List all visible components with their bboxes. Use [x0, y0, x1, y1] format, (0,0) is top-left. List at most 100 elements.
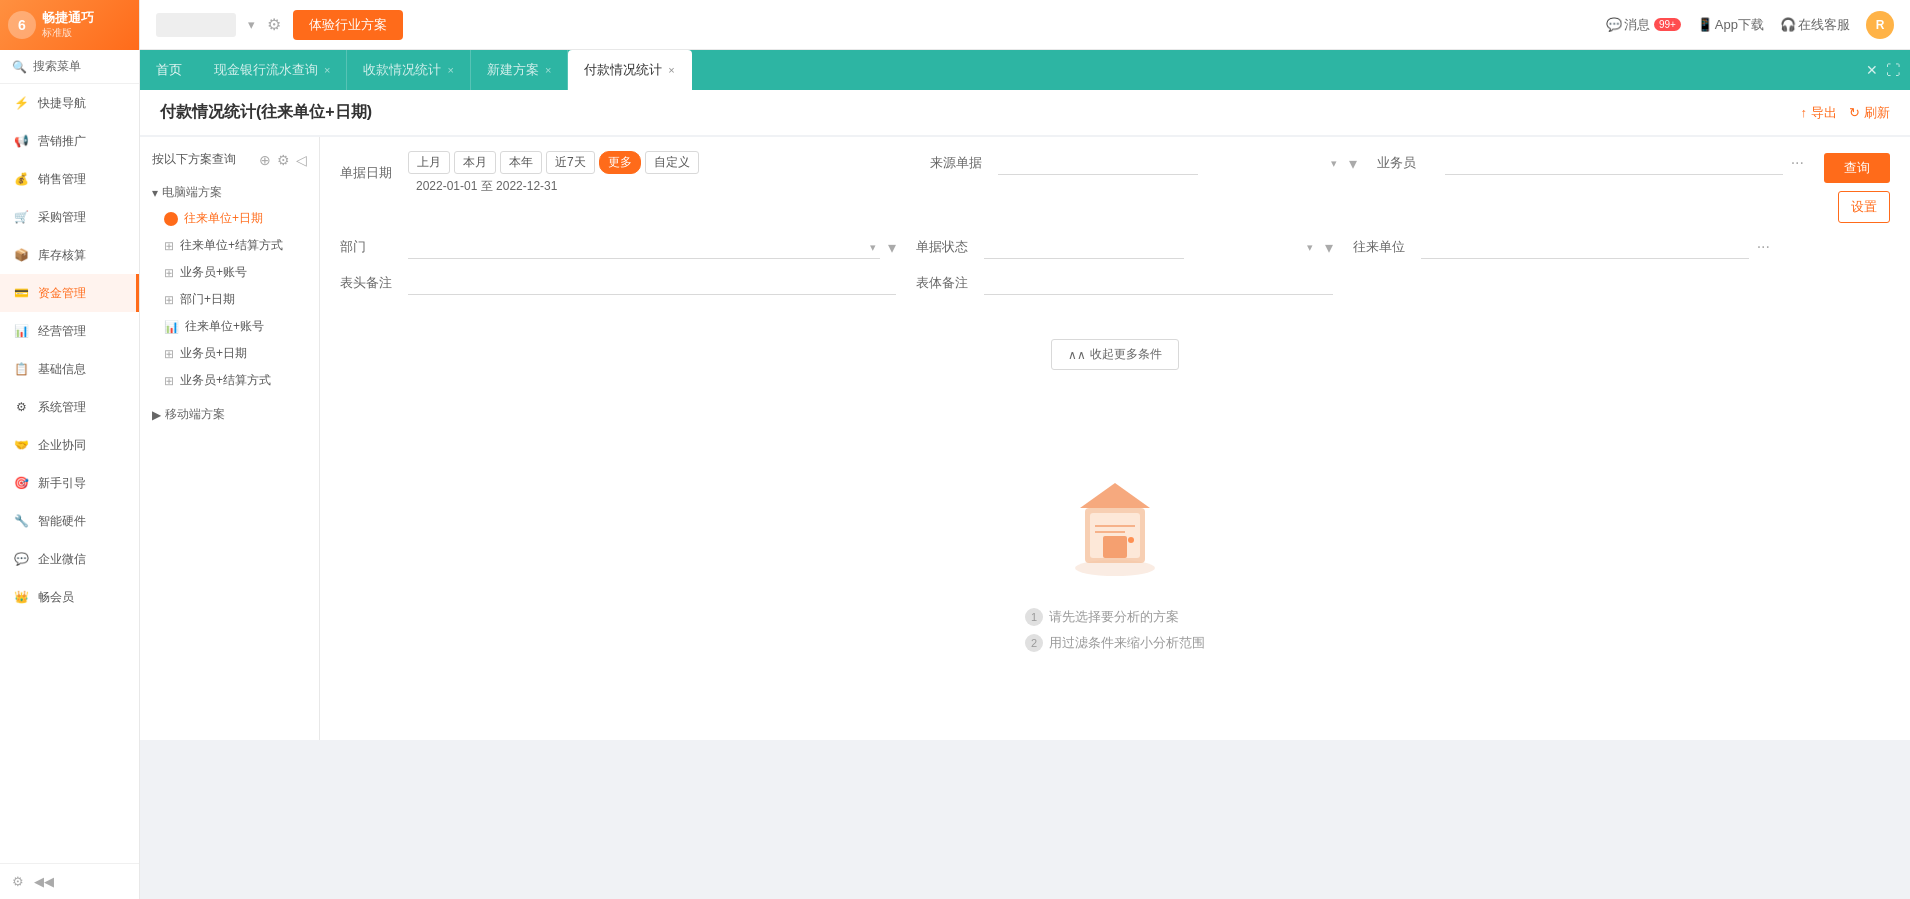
search-menu[interactable]: 🔍 搜索菜单: [0, 50, 139, 84]
date-buttons-row: 上月 本月 本年 近7天 更多 自定义: [408, 151, 699, 174]
date-btn-this-month[interactable]: 本月: [454, 151, 496, 174]
staff-more-icon[interactable]: ···: [1791, 154, 1804, 172]
scheme-item-staff-account[interactable]: ⊞ 业务员+账号: [140, 259, 319, 286]
tab-cashflow[interactable]: 现金银行流水查询 ×: [198, 50, 347, 90]
sidebar-item-inventory[interactable]: 📦 库存核算: [0, 236, 139, 274]
dept-select[interactable]: [408, 235, 880, 259]
inventory-icon: 📦: [12, 246, 30, 264]
page-title: 付款情况统计(往来单位+日期): [160, 102, 372, 123]
date-btn-custom[interactable]: 自定义: [645, 151, 699, 174]
user-avatar[interactable]: R: [1866, 11, 1894, 39]
scheme-item-staff-payment[interactable]: ⊞ 业务员+结算方式: [140, 367, 319, 394]
dept-select-wrap: [408, 235, 880, 259]
mobile-section-header[interactable]: ▶ 移动端方案: [140, 402, 319, 427]
partner-more-icon[interactable]: ···: [1757, 238, 1770, 256]
staff-input[interactable]: [1445, 151, 1783, 175]
sidebar-item-basic[interactable]: 📋 基础信息: [0, 350, 139, 388]
status-more-icon[interactable]: ▾: [1325, 238, 1333, 257]
source-more-icon[interactable]: ▾: [1349, 154, 1357, 173]
close-all-icon[interactable]: ✕: [1866, 62, 1878, 78]
scheme-section-mobile: ▶ 移动端方案: [140, 398, 319, 431]
scheme-item-unit-date[interactable]: 往来单位+日期: [140, 205, 319, 232]
sidebar-item-marketing[interactable]: 📢 营销推广: [0, 122, 139, 160]
footer-settings-icon[interactable]: ⚙: [12, 874, 24, 889]
date-btn-more[interactable]: 更多: [599, 151, 641, 174]
query-button[interactable]: 查询: [1824, 153, 1890, 183]
scheme-item-label: 往来单位+结算方式: [180, 237, 283, 254]
desktop-section-header[interactable]: ▾ 电脑端方案: [140, 180, 319, 205]
sidebar-item-hardware[interactable]: 🔧 智能硬件: [0, 502, 139, 540]
date-btn-last-month[interactable]: 上月: [408, 151, 450, 174]
manage-scheme-icon[interactable]: ⚙: [277, 152, 290, 168]
tab-receipts[interactable]: 收款情况统计 ×: [347, 50, 470, 90]
sidebar-item-purchase[interactable]: 🛒 采购管理: [0, 198, 139, 236]
body-remark-input[interactable]: [984, 271, 1333, 295]
download-btn[interactable]: 📱 App下载: [1697, 16, 1764, 34]
payment-close-icon[interactable]: ×: [668, 64, 674, 76]
source-select[interactable]: [998, 151, 1198, 175]
settings-icon[interactable]: ⚙: [267, 15, 281, 34]
new-scheme-label: 新建方案: [487, 61, 539, 79]
dept-label: 部门: [340, 238, 400, 256]
receipts-close-icon[interactable]: ×: [447, 64, 453, 76]
empty-tip-1: 1 请先选择要分析的方案: [1025, 608, 1205, 626]
tab-payment[interactable]: 付款情况统计 ×: [568, 50, 691, 90]
settings-button[interactable]: 设置: [1838, 191, 1890, 223]
partner-input[interactable]: [1421, 235, 1749, 259]
tabbar-actions: ✕ ⛶: [1856, 62, 1910, 78]
collapse-scheme-icon[interactable]: ◁: [296, 152, 307, 168]
message-btn[interactable]: 💬 消息 99+: [1606, 16, 1681, 34]
sidebar-item-quicknav[interactable]: ⚡ 快捷导航: [0, 84, 139, 122]
svg-rect-4: [1103, 536, 1127, 558]
scheme-item-label: 往来单位+账号: [185, 318, 264, 335]
sidebar-item-enterprise[interactable]: 🤝 企业协同: [0, 426, 139, 464]
filter-form: 单据日期 上月 本月 本年 近7天 更多 自定义 20: [320, 137, 1910, 321]
sidebar-item-guide[interactable]: 🎯 新手引导: [0, 464, 139, 502]
sidebar-item-sales[interactable]: 💰 销售管理: [0, 160, 139, 198]
refresh-button[interactable]: ↻ 刷新: [1849, 104, 1890, 122]
footer-collapse-icon[interactable]: ◀◀: [34, 874, 54, 889]
selector-chevron[interactable]: ▾: [248, 17, 255, 32]
scheme-item-staff-date[interactable]: ⊞ 业务员+日期: [140, 340, 319, 367]
sidebar-item-wechat[interactable]: 💬 企业微信: [0, 540, 139, 578]
operation-icon: 📊: [12, 322, 30, 340]
scheme-title: 按以下方案查询: [152, 151, 236, 168]
sidebar-item-system[interactable]: ⚙ 系统管理: [0, 388, 139, 426]
sidebar-nav: ⚡ 快捷导航 📢 营销推广 💰 销售管理 🛒 采购管理 📦 库存核算 💳 资金管…: [0, 84, 139, 863]
empty-illustration: [1055, 468, 1175, 588]
sidebar-item-vip[interactable]: 👑 畅会员: [0, 578, 139, 616]
date-btn-this-year[interactable]: 本年: [500, 151, 542, 174]
quicknav-label: 快捷导航: [38, 95, 86, 112]
add-scheme-icon[interactable]: ⊕: [259, 152, 271, 168]
filter-dept-field: 部门 ▾: [340, 235, 896, 259]
filter-date-field: 单据日期 上月 本月 本年 近7天 更多 自定义 20: [340, 151, 910, 195]
collapse-conditions-button[interactable]: ∧∧ 收起更多条件: [1051, 339, 1179, 370]
filter-partner-field: 往来单位 ···: [1333, 235, 1770, 259]
search-label: 搜索菜单: [33, 58, 81, 75]
scheme-item-icon-2: ⊞: [164, 239, 174, 253]
dept-more-icon[interactable]: ▾: [888, 238, 896, 257]
date-btn-7days[interactable]: 近7天: [546, 151, 595, 174]
tab-new-scheme[interactable]: 新建方案 ×: [471, 50, 568, 90]
page-header: 付款情况统计(往来单位+日期) ↑ 导出 ↻ 刷新: [140, 90, 1910, 135]
hardware-label: 智能硬件: [38, 513, 86, 530]
export-button[interactable]: ↑ 导出: [1801, 104, 1838, 122]
sidebar-item-capital[interactable]: 💳 资金管理: [0, 274, 139, 312]
service-btn[interactable]: 🎧 在线客服: [1780, 16, 1850, 34]
page-content: 付款情况统计(往来单位+日期) ↑ 导出 ↻ 刷新 按以下方案查询 ⊕: [140, 90, 1910, 899]
status-select[interactable]: [984, 235, 1184, 259]
try-industry-button[interactable]: 体验行业方案: [293, 10, 403, 40]
scheme-item-dept-date[interactable]: ⊞ 部门+日期: [140, 286, 319, 313]
cashflow-close-icon[interactable]: ×: [324, 64, 330, 76]
new-scheme-close-icon[interactable]: ×: [545, 64, 551, 76]
tab-home[interactable]: 首页: [140, 61, 198, 79]
header-remark-input[interactable]: [408, 271, 896, 295]
inventory-label: 库存核算: [38, 247, 86, 264]
scheme-header: 按以下方案查询 ⊕ ⚙ ◁: [140, 147, 319, 176]
scheme-item-unit-payment[interactable]: ⊞ 往来单位+结算方式: [140, 232, 319, 259]
collapse-bar: ∧∧ 收起更多条件: [320, 321, 1910, 388]
sidebar-item-operation[interactable]: 📊 经营管理: [0, 312, 139, 350]
expand-icon[interactable]: ⛶: [1886, 62, 1900, 78]
scheme-item-unit-account[interactable]: 📊 往来单位+账号: [140, 313, 319, 340]
filter-staff-field: 业务员 ···: [1357, 151, 1804, 175]
